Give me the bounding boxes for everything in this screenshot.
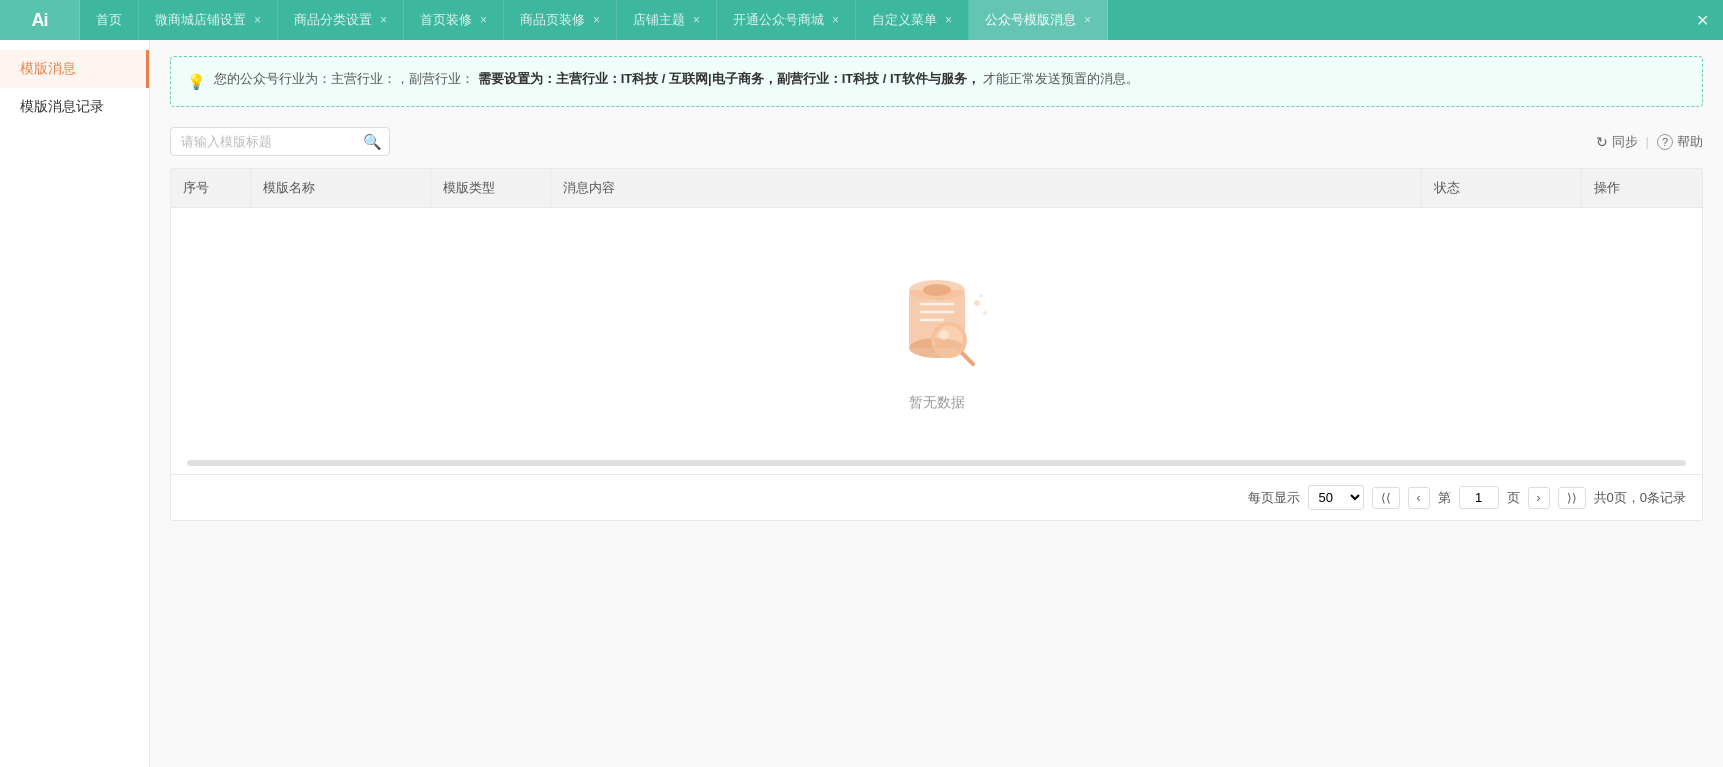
top-nav: Ai 首页 微商城店铺设置 × 商品分类设置 × 首页装修 × 商品页装修 × …	[0, 0, 1723, 40]
notice-suffix: 才能正常发送预置的消息。	[983, 71, 1139, 86]
th-index: 序号	[171, 169, 251, 207]
sidebar-label-template-record: 模版消息记录	[20, 98, 104, 114]
bulb-icon: 💡	[187, 70, 206, 94]
sync-label: 同步	[1612, 133, 1638, 151]
nav-label-template-msg: 公众号模版消息	[985, 11, 1076, 29]
nav-close-wsc[interactable]: ×	[254, 13, 261, 27]
svg-point-9	[939, 330, 949, 340]
search-button[interactable]: 🔍	[363, 133, 382, 151]
nav-tab-product-deco[interactable]: 商品页装修 ×	[504, 0, 617, 40]
svg-point-11	[983, 311, 987, 315]
th-content: 消息内容	[551, 169, 1422, 207]
main-layout: 模版消息 模版消息记录 💡 您的公众号行业为：主营行业：，副营行业： 需要设置为…	[0, 40, 1723, 767]
nav-close-product-deco[interactable]: ×	[593, 13, 600, 27]
content-area: 💡 您的公众号行业为：主营行业：，副营行业： 需要设置为：主营行业：IT科技 /…	[150, 40, 1723, 767]
sync-button[interactable]: ↻ 同步	[1596, 133, 1638, 151]
sidebar: 模版消息 模版消息记录	[0, 40, 150, 767]
nav-tab-template-msg[interactable]: 公众号模版消息 ×	[969, 0, 1108, 40]
first-page-button[interactable]: ⟨⟨	[1372, 487, 1400, 509]
empty-state: 暂无数据	[171, 208, 1702, 452]
nav-close-open-mall[interactable]: ×	[832, 13, 839, 27]
nav-tab-theme[interactable]: 店铺主题 ×	[617, 0, 717, 40]
notice-prefix: 您的公众号行业为：主营行业：，副营行业：	[214, 71, 474, 86]
page-size-label: 每页显示	[1248, 489, 1300, 507]
nav-tab-custom-menu[interactable]: 自定义菜单 ×	[856, 0, 969, 40]
page-size-select[interactable]: 50 10 20 100	[1308, 485, 1364, 510]
help-label: 帮助	[1677, 133, 1703, 151]
th-type: 模版类型	[431, 169, 551, 207]
data-table: 序号 模版名称 模版类型 消息内容 状态 操作	[170, 168, 1703, 521]
nav-tab-home-deco[interactable]: 首页装修 ×	[404, 0, 504, 40]
nav-tab-wsc-settings[interactable]: 微商城店铺设置 ×	[139, 0, 278, 40]
nav-label-home-deco: 首页装修	[420, 11, 472, 29]
notice-highlight: 需要设置为：主营行业：IT科技 / 互联网|电子商务，副营行业：IT科技 / I…	[478, 71, 980, 86]
nav-close-theme[interactable]: ×	[693, 13, 700, 27]
search-area: 🔍 ↻ 同步 | ? 帮助	[170, 127, 1703, 156]
search-input[interactable]	[170, 127, 390, 156]
close-all-tabs-button[interactable]: ✕	[1682, 11, 1723, 30]
nav-label-category: 商品分类设置	[294, 11, 372, 29]
sync-icon: ↻	[1596, 134, 1608, 150]
last-page-button[interactable]: ⟩⟩	[1558, 487, 1586, 509]
nav-tab-home[interactable]: 首页	[80, 0, 139, 40]
nav-label-home: 首页	[96, 11, 122, 29]
nav-label-wsc: 微商城店铺设置	[155, 11, 246, 29]
svg-point-8	[933, 324, 965, 356]
notice-text: 您的公众号行业为：主营行业：，副营行业： 需要设置为：主营行业：IT科技 / 互…	[214, 69, 1139, 90]
page-label-suffix: 页	[1507, 489, 1520, 507]
svg-point-3	[923, 284, 951, 296]
prev-page-button[interactable]: ‹	[1408, 487, 1430, 509]
search-input-wrap: 🔍	[170, 127, 390, 156]
help-icon: ?	[1657, 134, 1673, 150]
nav-close-template-msg[interactable]: ×	[1084, 13, 1091, 27]
scrollbar-track	[187, 460, 1686, 466]
sidebar-item-template-record[interactable]: 模版消息记录	[0, 88, 149, 126]
nav-tab-category[interactable]: 商品分类设置 ×	[278, 0, 404, 40]
nav-label-product-deco: 商品页装修	[520, 11, 585, 29]
sidebar-item-template-msg[interactable]: 模版消息	[0, 50, 149, 88]
nav-close-home-deco[interactable]: ×	[480, 13, 487, 27]
table-header: 序号 模版名称 模版类型 消息内容 状态 操作	[171, 169, 1702, 208]
help-button[interactable]: ? 帮助	[1657, 133, 1703, 151]
sidebar-label-template-msg: 模版消息	[20, 60, 76, 76]
th-name: 模版名称	[251, 169, 431, 207]
nav-close-category[interactable]: ×	[380, 13, 387, 27]
total-info: 共0页，0条记录	[1594, 489, 1686, 507]
toolbar-divider: |	[1646, 134, 1649, 149]
logo: Ai	[0, 0, 80, 40]
nav-label-custom-menu: 自定义菜单	[872, 11, 937, 29]
page-label-prefix: 第	[1438, 489, 1451, 507]
th-action: 操作	[1582, 169, 1702, 207]
nav-close-custom-menu[interactable]: ×	[945, 13, 952, 27]
svg-point-12	[979, 294, 983, 298]
nav-label-open-mall: 开通公众号商城	[733, 11, 824, 29]
th-status: 状态	[1422, 169, 1582, 207]
horizontal-scrollbar[interactable]	[171, 452, 1702, 474]
nav-tab-open-mall[interactable]: 开通公众号商城 ×	[717, 0, 856, 40]
empty-illustration	[877, 268, 997, 378]
next-page-button[interactable]: ›	[1528, 487, 1550, 509]
close-all-icon: ✕	[1696, 12, 1709, 29]
svg-point-10	[974, 300, 980, 306]
toolbar-right: ↻ 同步 | ? 帮助	[1596, 133, 1703, 151]
current-page-input[interactable]	[1459, 486, 1499, 509]
pagination-area: 每页显示 50 10 20 100 ⟨⟨ ‹ 第 页 › ⟩⟩ 共0页，0条记录	[171, 474, 1702, 520]
notice-banner: 💡 您的公众号行业为：主营行业：，副营行业： 需要设置为：主营行业：IT科技 /…	[170, 56, 1703, 107]
nav-label-theme: 店铺主题	[633, 11, 685, 29]
empty-text: 暂无数据	[909, 394, 965, 412]
